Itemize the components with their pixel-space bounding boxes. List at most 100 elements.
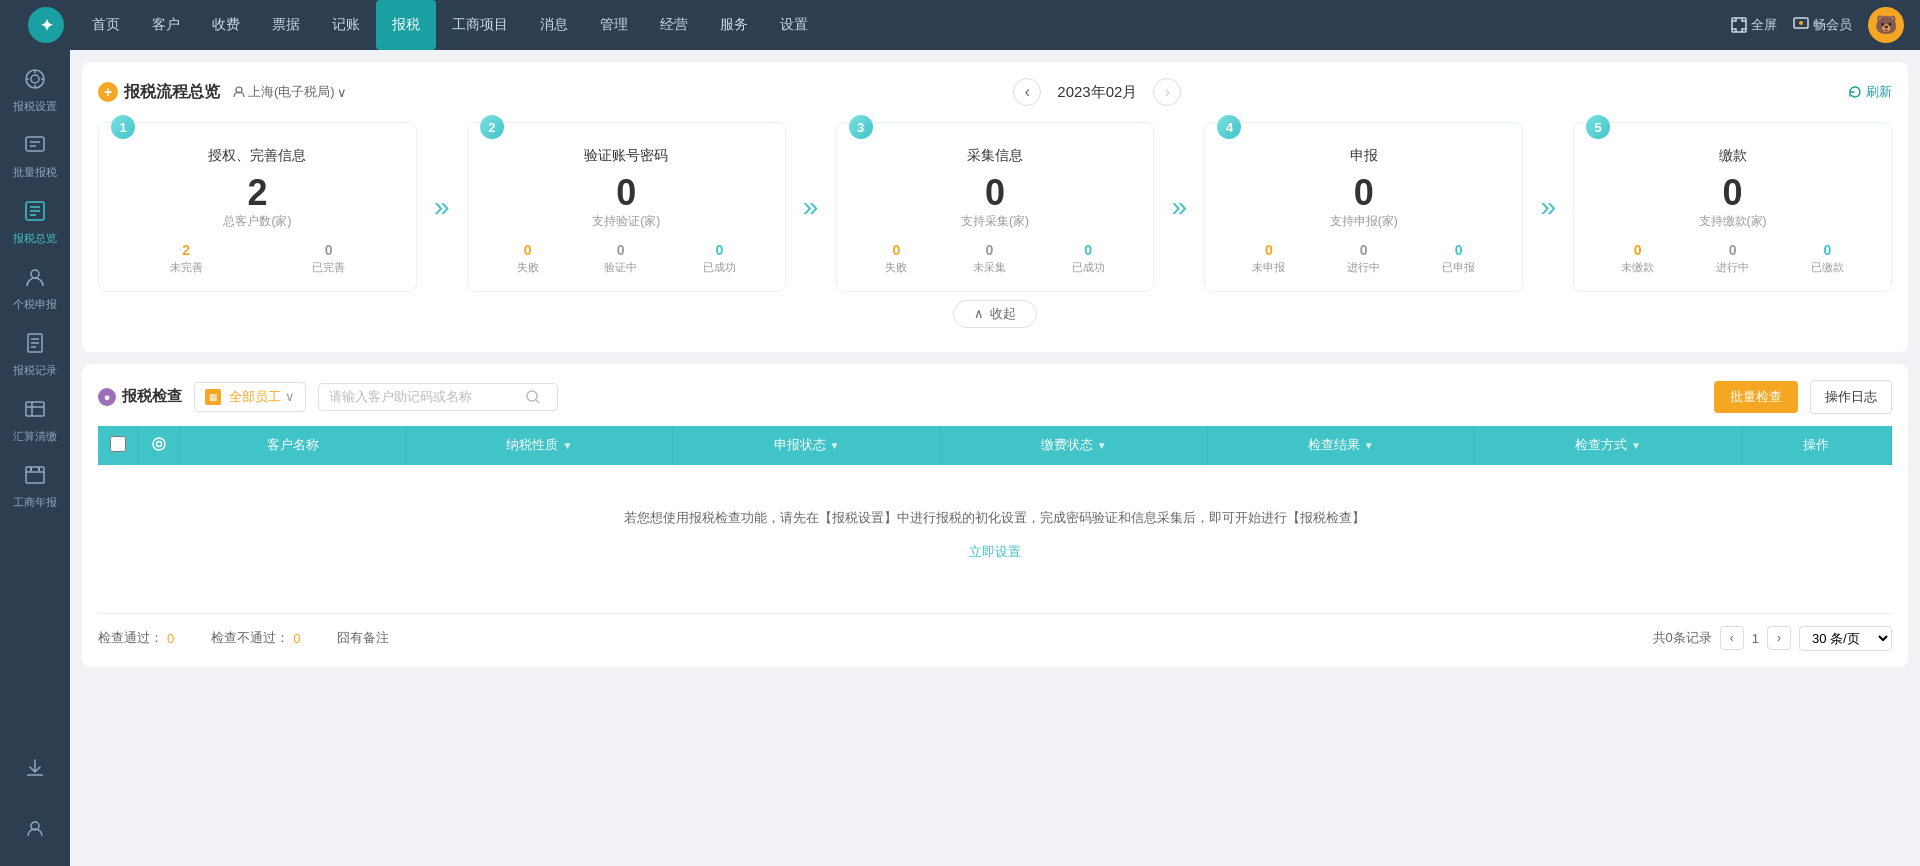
sidebar-item-settlement[interactable]: 汇算清缴 xyxy=(0,388,70,454)
setup-link[interactable]: 立即设置 xyxy=(118,539,1872,565)
sidebar-item-personal-tax[interactable]: 个税申报 xyxy=(0,256,70,322)
staff-select[interactable]: ▦ 全部员工 ∨ xyxy=(194,382,306,412)
collapse-bar[interactable]: ∧ 收起 xyxy=(98,292,1892,336)
step-4-stat-2: 0 已申报 xyxy=(1442,242,1475,275)
svg-rect-2 xyxy=(1732,18,1746,32)
sidebar-item-annual-report[interactable]: 工商年报 xyxy=(0,454,70,520)
spacer-2 xyxy=(312,629,325,647)
step-5-card: 5 缴款 0 支持缴款(家) 0 未缴款 0 进行中 xyxy=(1573,122,1892,292)
step-5-count: 0 xyxy=(1590,173,1875,213)
sidebar-location[interactable] xyxy=(0,798,70,858)
nav-business[interactable]: 工商项目 xyxy=(436,0,524,50)
th-tax-type: 纳税性质 ▼ xyxy=(406,426,673,465)
refresh-btn[interactable]: 刷新 xyxy=(1848,83,1892,101)
filter-icon-2[interactable]: ▼ xyxy=(830,440,840,451)
nav-accounting[interactable]: 记账 xyxy=(316,0,376,50)
step-5-stats: 0 未缴款 0 进行中 0 已缴款 xyxy=(1590,242,1875,275)
nav-manage[interactable]: 管理 xyxy=(584,0,644,50)
location-tag[interactable]: 上海(电子税局) ∨ xyxy=(232,83,347,101)
step-5-stat-0: 0 未缴款 xyxy=(1621,242,1654,275)
filter-icon-3[interactable]: ▼ xyxy=(1097,440,1107,451)
month-text: 2023年02月 xyxy=(1057,83,1137,102)
batch-check-button[interactable]: 批量检查 xyxy=(1714,381,1798,413)
step-3-num: 3 xyxy=(849,115,873,139)
sidebar-item-tax-record[interactable]: 报税记录 xyxy=(0,322,70,388)
step-1-count: 2 xyxy=(115,173,400,213)
top-navigation: ✦ 首页 客户 收费 票据 记账 报税 工商项目 消息 管理 经营 服务 设置 … xyxy=(0,0,1920,50)
svg-point-36 xyxy=(157,441,162,446)
fullscreen-btn[interactable]: 全屏 xyxy=(1731,16,1777,34)
sidebar-item-tax-overview[interactable]: 报税总览 xyxy=(0,190,70,256)
operation-log-button[interactable]: 操作日志 xyxy=(1810,380,1892,414)
nav-settings[interactable]: 设置 xyxy=(764,0,824,50)
sidebar-item-batch-tax[interactable]: 批量报税 xyxy=(0,124,70,190)
pass-count[interactable]: 0 xyxy=(167,631,174,646)
user-avatar[interactable]: 🐻 xyxy=(1868,7,1904,43)
sidebar-download[interactable] xyxy=(0,738,70,798)
check-footer: 检查通过： 0 检查不通过： 0 囧有备注 共0条记录 ‹ 1 › 30 条/页… xyxy=(98,613,1892,651)
table-wrapper: 客户名称 纳税性质 ▼ 申报状态 xyxy=(98,426,1892,605)
tax-check-section: ● 报税检查 ▦ 全部员工 ∨ 批量检查 操作日志 xyxy=(82,364,1908,667)
check-header: ● 报税检查 ▦ 全部员工 ∨ 批量检查 操作日志 xyxy=(98,380,1892,414)
nav-invoice[interactable]: 票据 xyxy=(256,0,316,50)
prev-page-btn[interactable]: ‹ xyxy=(1720,626,1744,650)
nav-operation[interactable]: 经营 xyxy=(644,0,704,50)
staff-dropdown-icon: ∨ xyxy=(285,389,295,404)
sidebar-label-settlement: 汇算清缴 xyxy=(13,429,57,444)
nav-service[interactable]: 服务 xyxy=(704,0,764,50)
filter-icon-4[interactable]: ▼ xyxy=(1364,440,1374,451)
flow-title: + 报税流程总览 xyxy=(98,82,220,103)
select-all-checkbox[interactable] xyxy=(110,436,126,452)
prev-month-btn[interactable]: ‹ xyxy=(1013,78,1041,106)
svg-point-18 xyxy=(31,270,39,278)
svg-line-34 xyxy=(536,400,539,403)
table-settings-icon[interactable] xyxy=(151,436,167,452)
sidebar-label-personal-tax: 个税申报 xyxy=(13,297,57,312)
step-2-stats: 0 失败 0 验证中 0 已成功 xyxy=(484,242,769,275)
plus-icon: + xyxy=(98,82,118,102)
step-5-stat-2: 0 已缴款 xyxy=(1811,242,1844,275)
per-page-select[interactable]: 30 条/页50 条/页100 条/页 xyxy=(1799,626,1892,651)
step-3-count: 0 xyxy=(853,173,1138,213)
step-4-stats: 0 未申报 0 进行中 0 已申报 xyxy=(1221,242,1506,275)
app-logo[interactable]: ✦ xyxy=(16,7,76,43)
filter-icon-1[interactable]: ▼ xyxy=(562,440,572,451)
month-nav: ‹ 2023年02月 › xyxy=(1013,78,1181,106)
main-content: + 报税流程总览 上海(电子税局) ∨ ‹ 2023年02月 › xyxy=(70,50,1920,866)
next-page-btn[interactable]: › xyxy=(1767,626,1791,650)
step-3-stat-0: 0 失败 xyxy=(885,242,907,275)
step-2-stat-1: 0 验证中 xyxy=(604,242,637,275)
annual-report-icon xyxy=(24,464,46,491)
nav-message[interactable]: 消息 xyxy=(524,0,584,50)
step-2-count: 0 xyxy=(484,173,769,213)
svg-point-4 xyxy=(1799,21,1803,25)
member-btn[interactable]: 畅会员 xyxy=(1793,16,1852,34)
nav-tax[interactable]: 报税 xyxy=(376,0,436,50)
step-1-stat-0: 2 未完善 xyxy=(170,242,203,275)
total-records: 共0条记录 xyxy=(1653,629,1712,647)
tax-record-icon xyxy=(24,332,46,359)
nav-fee[interactable]: 收费 xyxy=(196,0,256,50)
top-nav-right: 全屏 畅会员 🐻 xyxy=(1731,7,1904,43)
collapse-btn[interactable]: ∧ 收起 xyxy=(953,300,1037,328)
search-box xyxy=(318,383,558,411)
next-month-btn[interactable]: › xyxy=(1153,78,1181,106)
svg-rect-11 xyxy=(26,137,44,151)
step-2-stat-0: 0 失败 xyxy=(517,242,539,275)
nav-home[interactable]: 首页 xyxy=(76,0,136,50)
filter-icon-5[interactable]: ▼ xyxy=(1631,440,1641,451)
search-input[interactable] xyxy=(329,389,519,404)
search-icon[interactable] xyxy=(525,389,541,405)
sidebar-item-tax-settings[interactable]: 报税设置 xyxy=(0,58,70,124)
step-3-stat-2: 0 已成功 xyxy=(1072,242,1105,275)
th-pay-status: 缴费状态 ▼ xyxy=(940,426,1207,465)
step-5-title: 缴款 xyxy=(1590,139,1875,165)
step-2-card: 2 验证账号密码 0 支持验证(家) 0 失败 0 验证中 xyxy=(467,122,786,292)
th-declare-status: 申报状态 ▼ xyxy=(673,426,940,465)
th-settings xyxy=(139,426,180,465)
svg-text:✦: ✦ xyxy=(40,17,54,34)
sidebar-label-tax-settings: 报税设置 xyxy=(13,99,57,114)
fail-count[interactable]: 0 xyxy=(293,631,300,646)
fail-label: 检查不通过： xyxy=(211,629,289,647)
nav-client[interactable]: 客户 xyxy=(136,0,196,50)
